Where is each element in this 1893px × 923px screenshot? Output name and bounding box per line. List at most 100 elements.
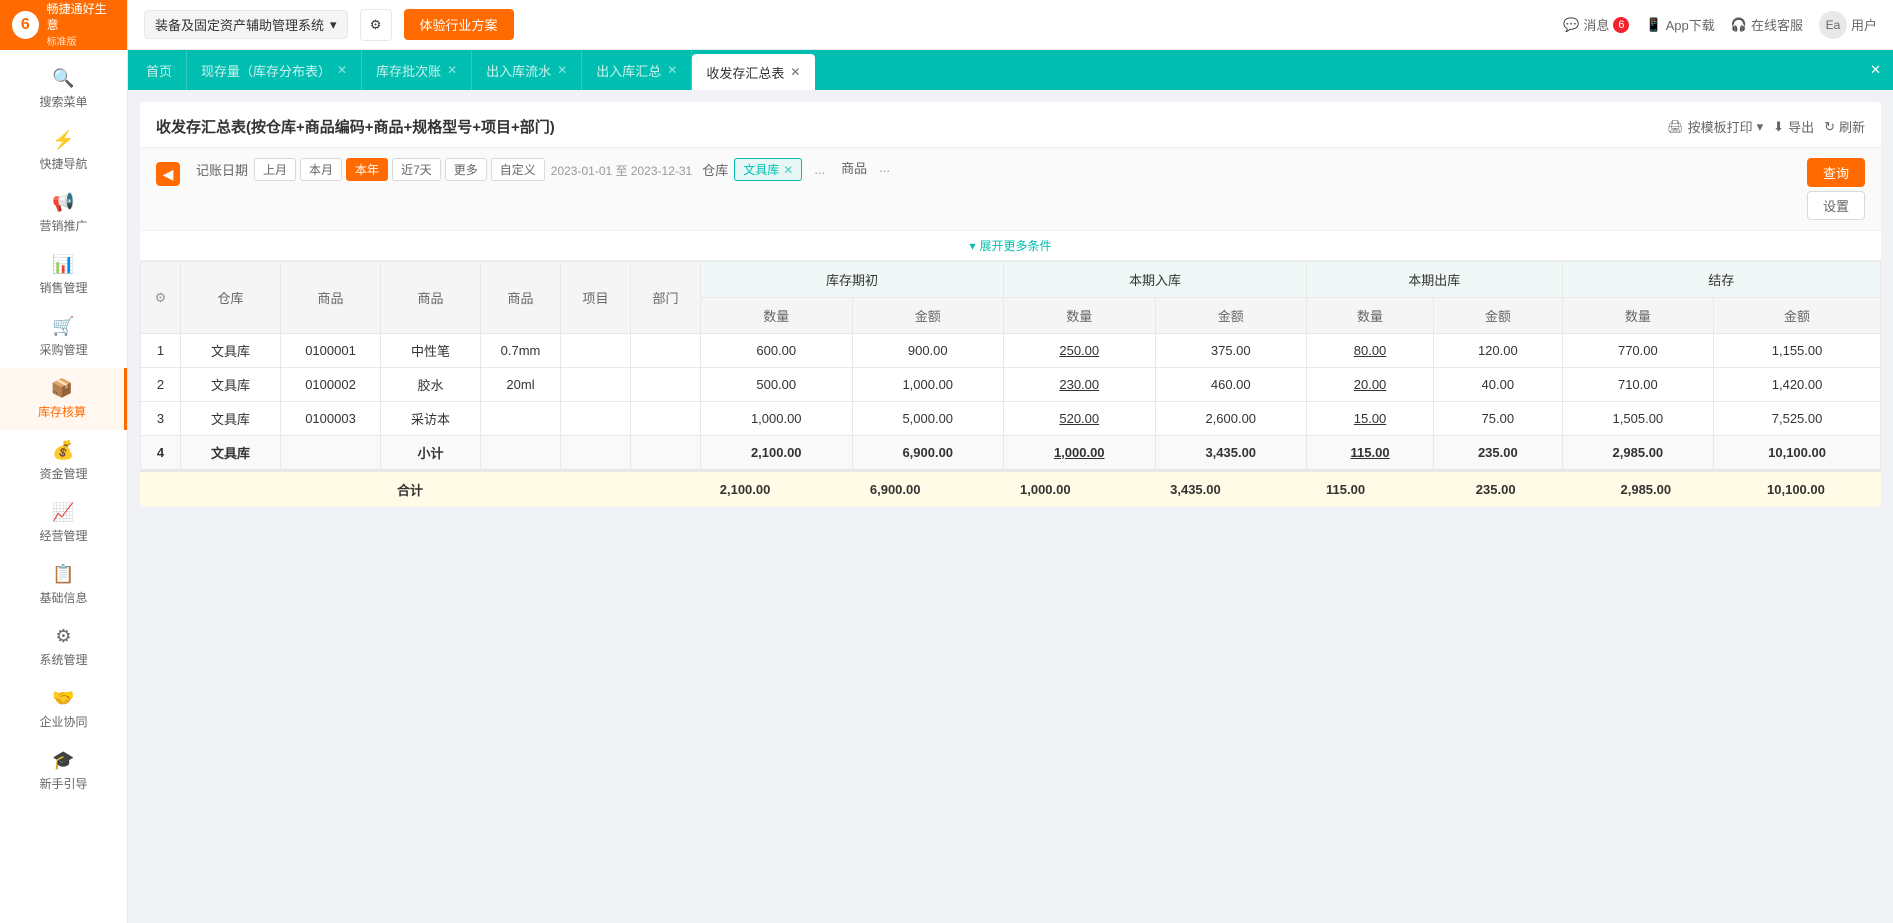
row-dept <box>631 402 701 436</box>
tabbar-close-button[interactable]: ✕ <box>1862 58 1889 82</box>
logo-name: 畅捷通好生意 <box>47 2 115 33</box>
warehouse-filter-group: 仓库 文具库 ✕ ... <box>702 158 831 181</box>
tab-close-inout-summary[interactable]: ✕ <box>667 63 677 77</box>
tab-recv-send[interactable]: 收发存汇总表✕ <box>692 54 815 90</box>
subtotal-in-qty[interactable]: 1,000.00 <box>1004 436 1156 470</box>
tab-close-recv-send[interactable]: ✕ <box>790 65 800 79</box>
date-btn-本年[interactable]: 本年 <box>346 158 388 181</box>
subtotal-bal-amt: 10,100.00 <box>1714 436 1881 470</box>
row-bal-qty: 770.00 <box>1562 334 1714 368</box>
system-select[interactable]: 装备及固定资产辅助管理系统 ▾ <box>144 10 348 39</box>
sidebar-nav: 🔍 搜索菜单 ⚡ 快捷导航 📢 营销推广 📊 销售管理 🛒 采购管理 📦 库存核… <box>0 50 127 923</box>
user-menu[interactable]: Ea 用户 <box>1819 11 1877 39</box>
tab-home[interactable]: 首页 <box>132 50 187 90</box>
message-icon: 💬 <box>1563 17 1579 33</box>
logo-icon: 6 <box>12 11 39 39</box>
settings-button[interactable]: ⚙ <box>360 9 392 41</box>
page-actions: 🖨 按模板打印 ▾ ⬇ 导出 ↻ 刷新 <box>1667 117 1865 136</box>
message-button[interactable]: 💬 消息 6 <box>1563 15 1629 34</box>
table-settings-icon[interactable]: ⚙ <box>155 290 167 305</box>
tab-stock-dist[interactable]: 现存量（库存分布表）✕ <box>187 50 362 90</box>
logo-badge: 标准版 <box>47 33 115 48</box>
sidebar-item-purchase[interactable]: 🛒 采购管理 <box>0 306 127 368</box>
chevron-icon: ▾ <box>1757 119 1764 135</box>
message-badge: 6 <box>1613 17 1629 33</box>
row-out-qty[interactable]: 80.00 <box>1307 334 1434 368</box>
expand-more-button[interactable]: ▾ 展开更多条件 <box>969 237 1051 254</box>
subtotal-out-qty[interactable]: 115.00 <box>1307 436 1434 470</box>
settings-button-filter[interactable]: 设置 <box>1807 191 1865 220</box>
date-btn-更多[interactable]: 更多 <box>445 158 487 181</box>
subtotal-name: 小计 <box>381 436 481 470</box>
sidebar-item-finance[interactable]: 💰 资金管理 <box>0 430 127 492</box>
sidebar-item-marketing[interactable]: 📢 营销推广 <box>0 182 127 244</box>
row-spec: 20ml <box>481 368 561 402</box>
query-button[interactable]: 查询 <box>1807 158 1865 187</box>
date-btn-上月[interactable]: 上月 <box>254 158 296 181</box>
export-button[interactable]: ⬇ 导出 <box>1773 117 1814 136</box>
sidebar-item-operations[interactable]: 📈 经营管理 <box>0 492 127 554</box>
warehouse-dots[interactable]: ... <box>808 160 831 179</box>
table-row: 1 文具库 0100001 中性笔 0.7mm 600.00 900.00 25… <box>141 334 1881 368</box>
quick-nav-icon: ⚡ <box>52 130 74 151</box>
tab-label-inout-summary: 出入库汇总 <box>596 61 661 80</box>
refresh-button[interactable]: ↻ 刷新 <box>1824 117 1865 136</box>
filter-bar: ◀ 记账日期 上月本月本年近7天更多自定义 2023-01-01 至 2023-… <box>140 148 1881 231</box>
row-out-qty[interactable]: 15.00 <box>1307 402 1434 436</box>
row-in-amt: 2,600.00 <box>1155 402 1307 436</box>
subtotal-warehouse: 文具库 <box>181 436 281 470</box>
footer-out-amt: 235.00 <box>1421 482 1571 497</box>
sidebar-item-inventory[interactable]: 📦 库存核算 <box>0 368 127 430</box>
sales-icon: 📊 <box>52 254 74 275</box>
row-no: 3 <box>141 402 181 436</box>
col-balance-header: 结存 <box>1562 262 1880 298</box>
row-project <box>561 368 631 402</box>
row-in-qty[interactable]: 520.00 <box>1004 402 1156 436</box>
sidebar-item-base-info[interactable]: 📋 基础信息 <box>0 554 127 616</box>
filter-toggle-button[interactable]: ◀ <box>156 162 180 186</box>
sidebar-item-sales[interactable]: 📊 销售管理 <box>0 244 127 306</box>
tab-close-stock-dist[interactable]: ✕ <box>337 63 347 77</box>
product-dots[interactable]: ... <box>873 158 896 177</box>
filter-actions: 查询 设置 <box>1807 158 1865 220</box>
sidebar-item-system[interactable]: ⚙ 系统管理 <box>0 616 127 678</box>
sidebar-item-quick-nav[interactable]: ⚡ 快捷导航 <box>0 120 127 182</box>
app-logo: 6 畅捷通好生意 标准版 <box>0 0 127 50</box>
date-btn-本月[interactable]: 本月 <box>300 158 342 181</box>
col-settings[interactable]: ⚙ <box>141 262 181 334</box>
search-icon: 🔍 <box>52 68 74 89</box>
online-service-label: 在线客服 <box>1751 15 1803 34</box>
row-project <box>561 402 631 436</box>
tab-batch[interactable]: 库存批次账 ✕ <box>362 50 472 90</box>
row-out-qty[interactable]: 20.00 <box>1307 368 1434 402</box>
base-info-icon: 📋 <box>52 564 74 585</box>
sidebar-item-newbie[interactable]: 🎓 新手引导 <box>0 740 127 802</box>
date-btn-近7天[interactable]: 近7天 <box>392 158 441 181</box>
try-industry-button[interactable]: 体验行业方案 <box>404 9 514 40</box>
row-no: 1 <box>141 334 181 368</box>
subtotal-code <box>281 436 381 470</box>
tab-inout-summary[interactable]: 出入库汇总 ✕ <box>582 50 692 90</box>
print-button[interactable]: 🖨 按模板打印 ▾ <box>1667 117 1763 136</box>
row-in-qty[interactable]: 250.00 <box>1004 334 1156 368</box>
online-service-button[interactable]: 🎧 在线客服 <box>1731 15 1803 34</box>
sidebar-item-search[interactable]: 🔍 搜索菜单 <box>0 58 127 120</box>
finance-label: 资金管理 <box>39 465 87 482</box>
warehouse-tag[interactable]: 文具库 ✕ <box>734 158 802 181</box>
export-icon: ⬇ <box>1773 119 1784 135</box>
inventory-label: 库存核算 <box>38 403 86 420</box>
tab-close-batch[interactable]: ✕ <box>447 63 457 77</box>
row-name: 胶水 <box>381 368 481 402</box>
warehouse-tag-close[interactable]: ✕ <box>783 163 793 177</box>
sidebar-item-enterprise[interactable]: 🤝 企业协同 <box>0 678 127 740</box>
footer-out-qty: 115.00 <box>1271 482 1421 497</box>
tab-close-inout-flow[interactable]: ✕ <box>557 63 567 77</box>
tab-inout-flow[interactable]: 出入库流水✕ <box>472 50 582 90</box>
date-btn-自定义[interactable]: 自定义 <box>491 158 545 181</box>
row-warehouse: 文具库 <box>181 402 281 436</box>
row-in-qty[interactable]: 230.00 <box>1004 368 1156 402</box>
operations-icon: 📈 <box>52 502 74 523</box>
app-download-button[interactable]: 📱 App下载 <box>1645 15 1714 34</box>
tab-label-batch: 库存批次账 <box>376 61 441 80</box>
user-label: 用户 <box>1851 15 1877 34</box>
